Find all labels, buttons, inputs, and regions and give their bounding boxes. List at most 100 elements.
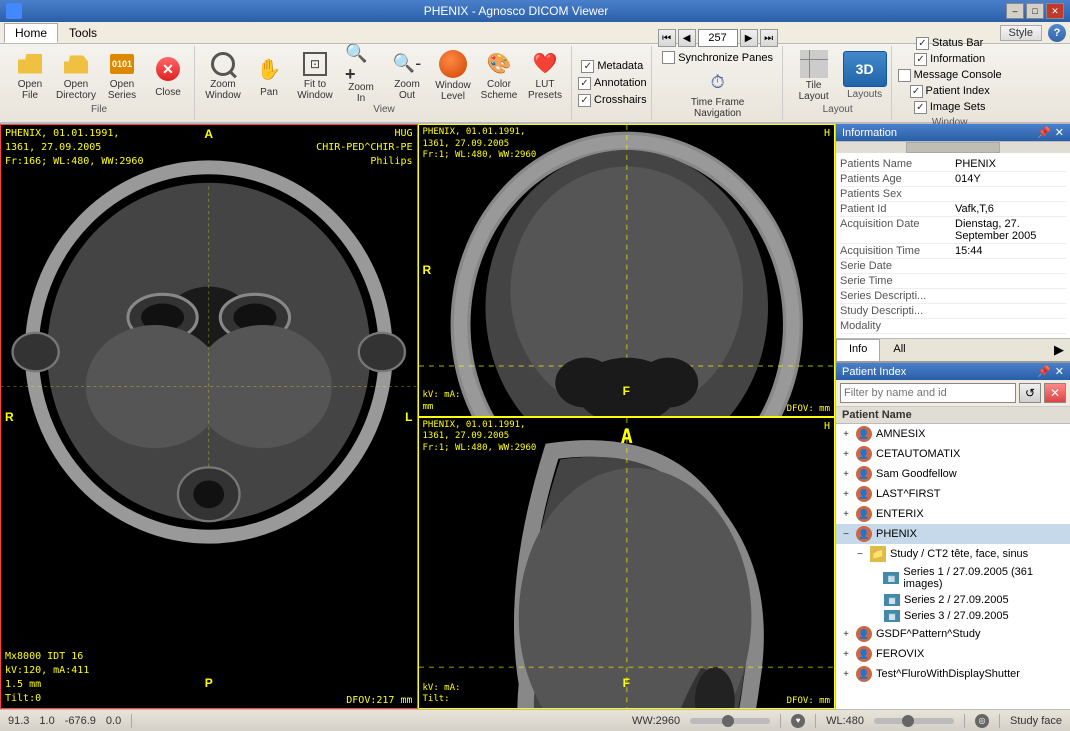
avatar-lastfirst: 👤 — [856, 486, 872, 502]
series-item-1[interactable]: ▦ Series 1 / 27.09.2005 (361 images) — [836, 564, 1070, 592]
color-scheme-button[interactable]: 🎨 Color Scheme — [477, 50, 521, 102]
maximize-button[interactable]: □ — [1026, 3, 1044, 19]
viewport-sagittal[interactable]: A PHENIX, 01.01.1991,1361, 27.09.2005Fr:… — [418, 417, 836, 710]
info-table: Patients Name PHENIX Patients Age 014Y P… — [836, 153, 1070, 338]
patient-item-amnesix[interactable]: + 👤 AMNESIX — [836, 424, 1070, 444]
patient-item-gsdf[interactable]: + 👤 GSDF^Pattern^Study — [836, 624, 1070, 644]
viewport-axial[interactable]: PHENIX, 01.01.1991,1361, 27.09.2005Fr:16… — [0, 124, 418, 709]
patient-filter-clear-button[interactable]: ↺ — [1019, 383, 1041, 403]
close-button[interactable]: ✕ Close — [146, 50, 190, 102]
slice-prev-button[interactable]: ◀ — [678, 29, 696, 47]
annotation-checkbox[interactable]: Annotation — [578, 77, 647, 90]
info-row-serie-time: Serie Time — [840, 274, 1066, 289]
info-tab-expand-button[interactable]: ▶ — [1048, 339, 1070, 361]
slice-last-button[interactable]: ⏭ — [760, 29, 778, 47]
info-row-patients-age: Patients Age 014Y — [840, 172, 1066, 187]
wl-slider[interactable] — [874, 718, 954, 724]
expand-amnesix[interactable]: + — [840, 428, 852, 440]
tile-layout-button[interactable]: Tile Layout — [789, 50, 839, 102]
expand-series3[interactable] — [868, 610, 880, 622]
metadata-checkbox-box[interactable] — [581, 60, 594, 73]
info-panel-pin[interactable]: 📌 — [1037, 126, 1051, 139]
patient-index-checkbox[interactable]: Patient Index — [910, 85, 990, 98]
fit-to-window-button[interactable]: ⊡ Fit to Window — [293, 50, 337, 102]
3d-button-box[interactable]: 3D — [843, 51, 887, 87]
open-file-button[interactable]: Open File — [8, 50, 52, 102]
info-row-modality: Modality — [840, 319, 1066, 334]
expand-cetautomatix[interactable]: + — [840, 448, 852, 460]
expand-lastfirst[interactable]: + — [840, 488, 852, 500]
expand-sam[interactable]: + — [840, 468, 852, 480]
menu-tab-home[interactable]: Home — [4, 23, 58, 43]
ww-slider[interactable] — [690, 718, 770, 724]
slice-number-input[interactable] — [698, 29, 738, 47]
patient-item-sam[interactable]: + 👤 Sam Goodfellow — [836, 464, 1070, 484]
statusbar-checkbox[interactable]: Status Bar — [916, 37, 983, 50]
information-checkbox[interactable]: Information — [914, 53, 985, 66]
patient-item-phenix[interactable]: − 👤 PHENIX — [836, 524, 1070, 544]
patient-index-title: Patient Index — [842, 366, 906, 378]
expand-gsdf[interactable]: + — [840, 628, 852, 640]
app-title: PHENIX - Agnosco DICOM Viewer — [26, 4, 1006, 18]
open-series-button[interactable]: 0101 Open Series — [100, 50, 144, 102]
zoom-window-button[interactable]: Zoom Window — [201, 50, 245, 102]
patient-item-enterix[interactable]: + 👤 ENTERIX — [836, 504, 1070, 524]
patient-item-test[interactable]: + 👤 Test^FluroWithDisplayShutter — [836, 664, 1070, 684]
sagittal-ct-image: A — [419, 418, 834, 710]
patient-item-ferovix[interactable]: + 👤 FEROVIX — [836, 644, 1070, 664]
patient-item-cetautomatix[interactable]: + 👤 CETAUTOMATIX — [836, 444, 1070, 464]
expand-ct2[interactable]: − — [854, 548, 866, 560]
patient-filter-close-button[interactable]: ✕ — [1044, 383, 1066, 403]
patient-index-list[interactable]: + 👤 AMNESIX + 👤 CETAUTOMATIX + 👤 Sam Goo… — [836, 424, 1070, 709]
info-scrollbar-thumb[interactable] — [906, 142, 1000, 153]
expand-ferovix[interactable]: + — [840, 648, 852, 660]
patient-index-filter-input[interactable] — [840, 383, 1016, 403]
ww-slider-thumb[interactable] — [722, 715, 734, 727]
image-sets-checkbox[interactable]: Image Sets — [914, 101, 986, 114]
series-item-3[interactable]: ▦ Series 3 / 27.09.2005 — [836, 608, 1070, 624]
message-console-checkbox[interactable]: Message Console — [898, 69, 1002, 82]
zoom-in-button[interactable]: 🔍+ Zoom In — [339, 50, 383, 102]
axial-label-r: R — [5, 410, 14, 424]
info-tab-all[interactable]: All — [880, 339, 918, 361]
expand-enterix[interactable]: + — [840, 508, 852, 520]
slice-next-button[interactable]: ▶ — [740, 29, 758, 47]
patient-index-close[interactable]: ✕ — [1055, 365, 1064, 378]
pan-button[interactable]: ✋ Pan — [247, 50, 291, 102]
metadata-checkbox[interactable]: Metadata — [581, 60, 643, 73]
viewport-coronal[interactable]: PHENIX, 01.01.1991,1361, 27.09.2005Fr:1;… — [418, 124, 836, 417]
time-frame-button[interactable]: ⏱ Time Frame Navigation — [688, 68, 748, 120]
avatar-ferovix: 👤 — [856, 646, 872, 662]
crosshairs-checkbox-box[interactable] — [578, 94, 591, 107]
menu-tab-tools[interactable]: Tools — [58, 23, 108, 43]
expand-series1[interactable] — [868, 572, 879, 584]
open-directory-button[interactable]: Open Directory — [54, 50, 98, 102]
slice-first-button[interactable]: ⏮ — [658, 29, 676, 47]
3d-layout-button[interactable]: 3D Layouts — [843, 51, 887, 100]
window-level-button[interactable]: Window Level — [431, 50, 475, 102]
lut-presets-button[interactable]: ❤️ LUT Presets — [523, 50, 567, 102]
expand-phenix[interactable]: − — [840, 528, 852, 540]
close-button[interactable]: ✕ — [1046, 3, 1064, 19]
expand-test[interactable]: + — [840, 668, 852, 680]
study-item-ct2[interactable]: − 📁 Study / CT2 tête, face, sinus — [836, 544, 1070, 564]
toolbar-layout-group: Tile Layout 3D Layouts Layout — [785, 46, 892, 120]
info-panel-close[interactable]: ✕ — [1055, 126, 1064, 139]
sync-row: Synchronize Panes — [662, 51, 773, 64]
info-tab-info[interactable]: Info — [836, 339, 880, 361]
minimize-button[interactable]: – — [1006, 3, 1024, 19]
expand-series2[interactable] — [868, 594, 880, 606]
crosshairs-checkbox[interactable]: Crosshairs — [578, 94, 647, 107]
info-scrollbar-h[interactable] — [836, 141, 1070, 153]
style-button[interactable]: Style — [1000, 25, 1042, 41]
patient-index-pin[interactable]: 📌 — [1037, 365, 1051, 378]
sagittal-bottom-right: DFOV: mm — [787, 696, 830, 706]
wl-slider-thumb[interactable] — [902, 715, 914, 727]
sync-checkbox[interactable] — [662, 51, 675, 64]
patient-item-lastfirst[interactable]: + 👤 LAST^FIRST — [836, 484, 1070, 504]
annotation-checkbox-box[interactable] — [578, 77, 591, 90]
series-item-2[interactable]: ▦ Series 2 / 27.09.2005 — [836, 592, 1070, 608]
zoom-out-button[interactable]: 🔍- Zoom Out — [385, 50, 429, 102]
help-button[interactable]: ? — [1048, 24, 1066, 42]
status-sep-4 — [964, 714, 965, 728]
